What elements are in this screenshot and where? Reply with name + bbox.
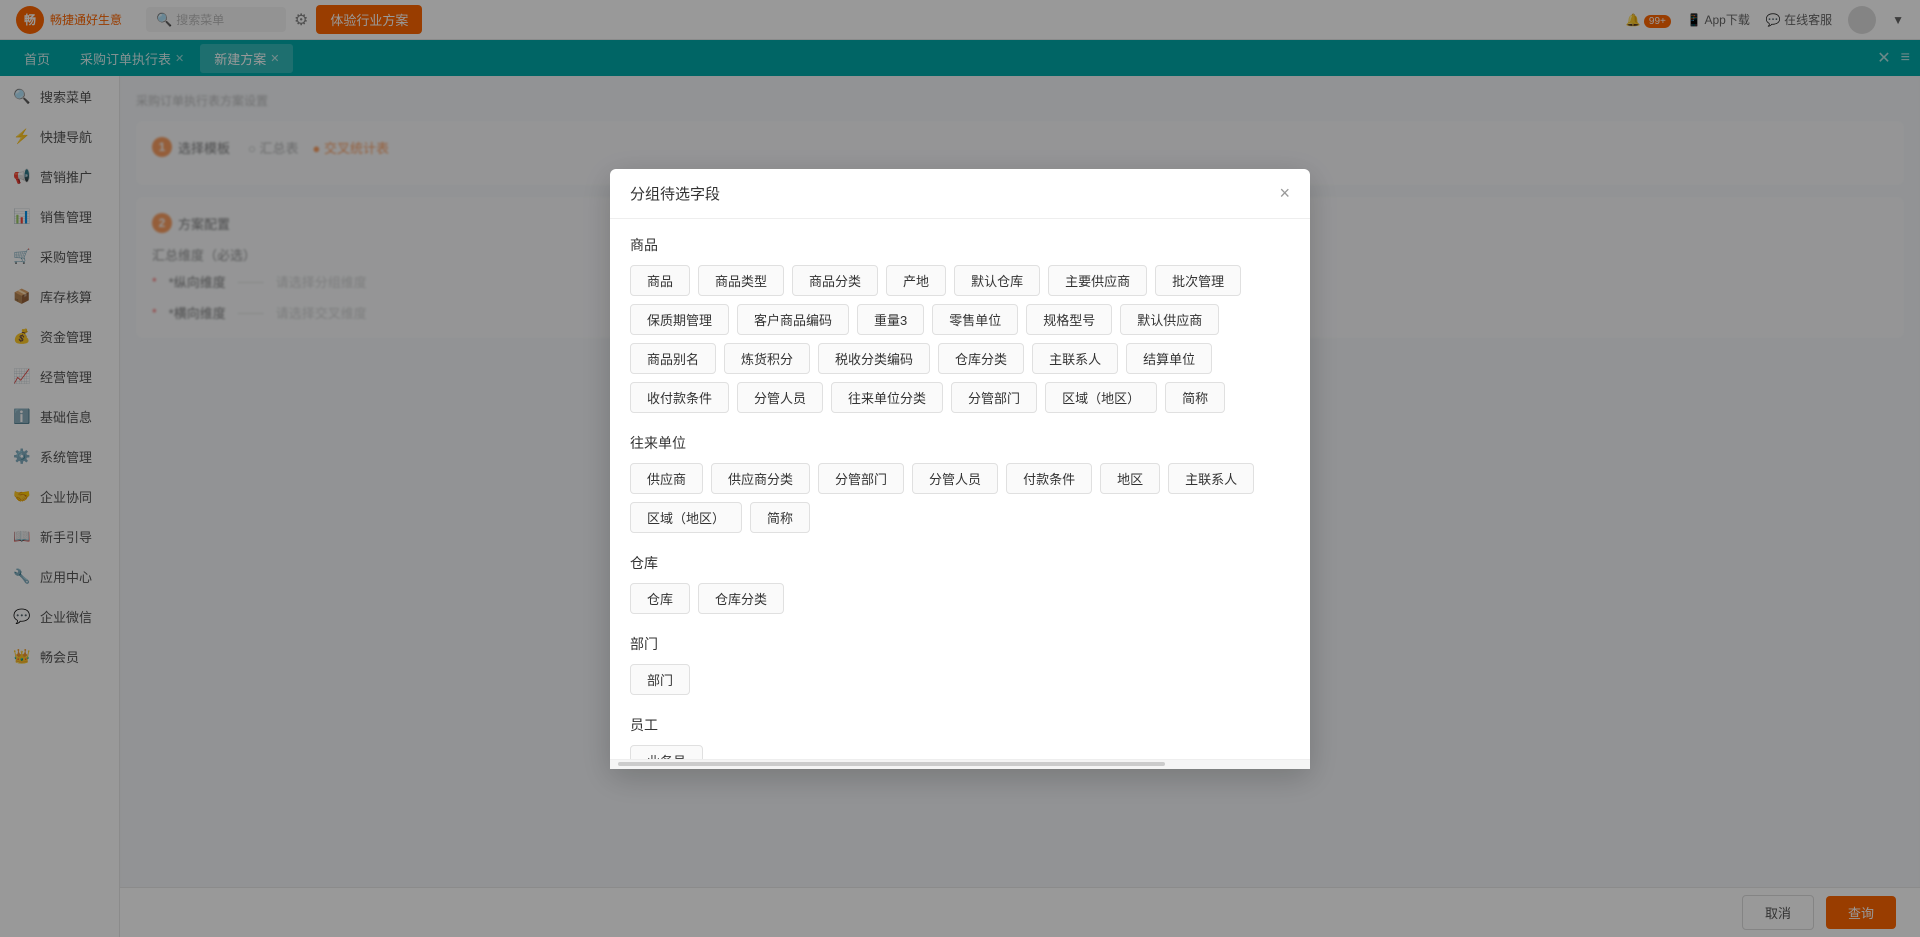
field-tag-0-0[interactable]: 商品 <box>630 265 690 296</box>
field-tag-0-22[interactable]: 分管部门 <box>951 382 1037 413</box>
field-tag-0-13[interactable]: 商品别名 <box>630 343 716 374</box>
field-tag-2-0[interactable]: 仓库 <box>630 583 690 614</box>
field-tag-0-18[interactable]: 结算单位 <box>1126 343 1212 374</box>
field-tag-0-1[interactable]: 商品类型 <box>698 265 784 296</box>
modal-body: 商品商品商品类型商品分类产地默认仓库主要供应商批次管理保质期管理客户商品编码重量… <box>610 219 1310 759</box>
field-tag-3-0[interactable]: 部门 <box>630 664 690 695</box>
field-tag-1-2[interactable]: 分管部门 <box>818 463 904 494</box>
field-group-title-0: 商品 <box>630 235 1290 255</box>
field-group-2: 仓库仓库仓库分类 <box>630 553 1290 614</box>
field-group-1: 往来单位供应商供应商分类分管部门分管人员付款条件地区主联系人区域（地区） 简称 <box>630 433 1290 533</box>
field-tag-0-10[interactable]: 零售单位 <box>932 304 1018 335</box>
field-tag-0-12[interactable]: 默认供应商 <box>1120 304 1219 335</box>
field-tag-0-2[interactable]: 商品分类 <box>792 265 878 296</box>
field-tag-0-23[interactable]: 区域（地区） <box>1045 382 1157 413</box>
field-group-title-1: 往来单位 <box>630 433 1290 453</box>
field-tag-0-5[interactable]: 主要供应商 <box>1048 265 1147 296</box>
field-tag-1-0[interactable]: 供应商 <box>630 463 703 494</box>
field-tag-0-15[interactable]: 税收分类编码 <box>818 343 930 374</box>
field-tag-1-1[interactable]: 供应商分类 <box>711 463 810 494</box>
field-tag-4-0[interactable]: 业务员 <box>630 745 703 759</box>
field-tag-0-3[interactable]: 产地 <box>886 265 946 296</box>
horizontal-scrollbar[interactable] <box>618 762 1165 766</box>
field-tag-1-5[interactable]: 地区 <box>1100 463 1160 494</box>
field-tag-0-6[interactable]: 批次管理 <box>1155 265 1241 296</box>
modal-title: 分组待选字段 <box>630 183 720 204</box>
field-tags-2: 仓库仓库分类 <box>630 583 1290 614</box>
field-group-0: 商品商品商品类型商品分类产地默认仓库主要供应商批次管理保质期管理客户商品编码重量… <box>630 235 1290 413</box>
field-tag-1-6[interactable]: 主联系人 <box>1168 463 1254 494</box>
field-tags-0: 商品商品类型商品分类产地默认仓库主要供应商批次管理保质期管理客户商品编码重量3 零… <box>630 265 1290 413</box>
field-group-title-2: 仓库 <box>630 553 1290 573</box>
field-tag-0-16[interactable]: 仓库分类 <box>938 343 1024 374</box>
field-tag-1-8[interactable]: 简称 <box>750 502 810 533</box>
field-group-title-3: 部门 <box>630 634 1290 654</box>
field-tag-0-24[interactable]: 简称 <box>1165 382 1225 413</box>
field-tag-0-20[interactable]: 分管人员 <box>737 382 823 413</box>
field-tag-0-7[interactable]: 保质期管理 <box>630 304 729 335</box>
field-tag-1-4[interactable]: 付款条件 <box>1006 463 1092 494</box>
field-tags-1: 供应商供应商分类分管部门分管人员付款条件地区主联系人区域（地区） 简称 <box>630 463 1290 533</box>
field-tag-0-11[interactable]: 规格型号 <box>1026 304 1112 335</box>
field-tag-1-3[interactable]: 分管人员 <box>912 463 998 494</box>
field-tag-0-14[interactable]: 炼货积分 <box>724 343 810 374</box>
field-tag-0-17[interactable]: 主联系人 <box>1032 343 1118 374</box>
modal-close-button[interactable]: × <box>1279 184 1290 202</box>
field-group-4: 员工业务员 <box>630 715 1290 759</box>
field-tag-1-7[interactable]: 区域（地区） <box>630 502 742 533</box>
field-select-modal: 分组待选字段 × 商品商品商品类型商品分类产地默认仓库主要供应商批次管理保质期管… <box>610 169 1310 769</box>
modal-overlay: 分组待选字段 × 商品商品商品类型商品分类产地默认仓库主要供应商批次管理保质期管… <box>0 0 1920 937</box>
modal-scroll-bar[interactable] <box>610 759 1310 769</box>
modal-header: 分组待选字段 × <box>610 169 1310 219</box>
field-tag-0-19[interactable]: 收付款条件 <box>630 382 729 413</box>
field-tags-4: 业务员 <box>630 745 1290 759</box>
field-group-title-4: 员工 <box>630 715 1290 735</box>
field-tag-0-9[interactable]: 重量3 <box>857 304 924 335</box>
field-group-3: 部门部门 <box>630 634 1290 695</box>
field-tag-0-4[interactable]: 默认仓库 <box>954 265 1040 296</box>
field-tag-0-21[interactable]: 往来单位分类 <box>831 382 943 413</box>
field-tag-0-8[interactable]: 客户商品编码 <box>737 304 849 335</box>
field-tags-3: 部门 <box>630 664 1290 695</box>
field-tag-2-1[interactable]: 仓库分类 <box>698 583 784 614</box>
